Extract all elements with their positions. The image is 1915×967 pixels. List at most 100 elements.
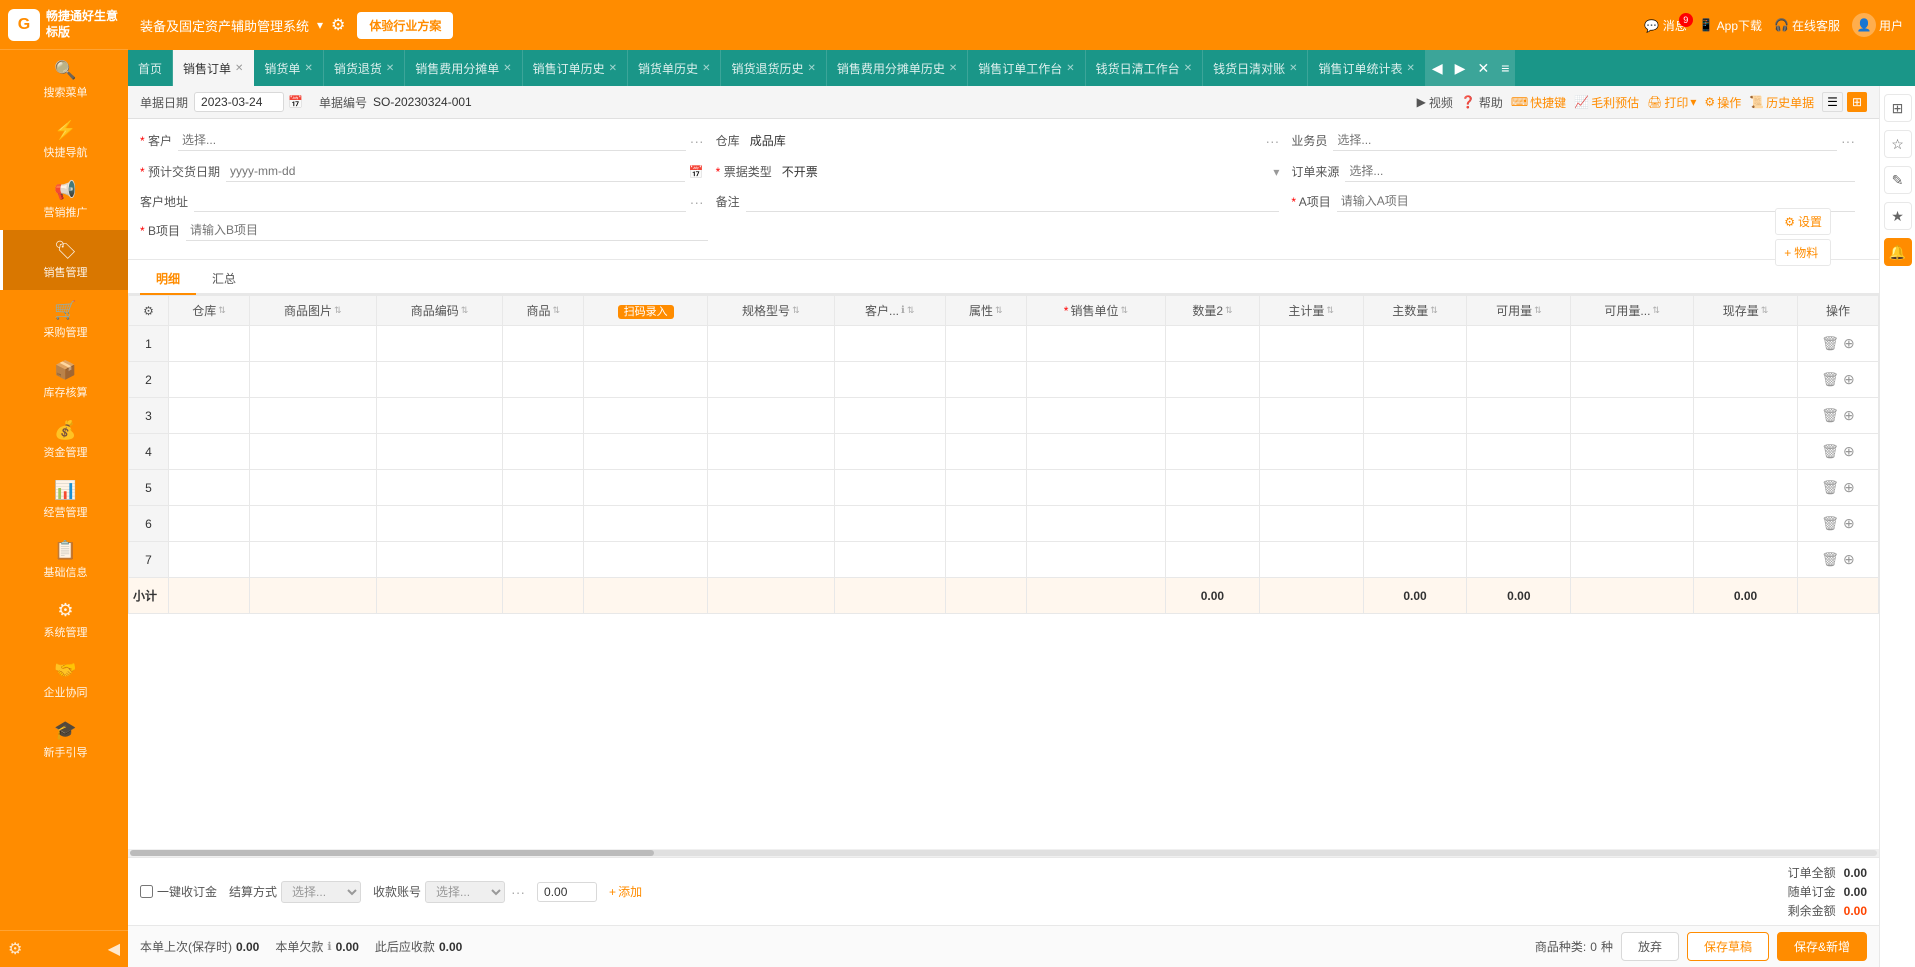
solution-button[interactable]: 体验行业方案	[357, 12, 453, 39]
copy-icon[interactable]: ⊕	[1843, 551, 1855, 568]
sidebar-item-marketing[interactable]: 📢营销推广	[0, 170, 128, 230]
calendar-icon[interactable]: 📅	[288, 95, 303, 109]
col-header-quantity2[interactable]: 数量2⇅	[1166, 296, 1260, 326]
one-click-checkbox[interactable]	[140, 885, 153, 898]
one-click-checkbox-label[interactable]: 一键收订金	[140, 883, 217, 900]
tab-prev-btn[interactable]: ◀	[1426, 50, 1449, 86]
info-icon[interactable]: ℹ	[901, 305, 905, 316]
warehouse-more-icon[interactable]: ···	[1265, 133, 1279, 149]
delete-icon[interactable]: 🗑	[1821, 551, 1839, 568]
add-btn[interactable]: + 添加	[609, 883, 642, 900]
settings-icon[interactable]: ⚙	[8, 939, 22, 959]
col-header-main_qty[interactable]: 主数量⇅	[1363, 296, 1467, 326]
discard-button[interactable]: 放弃	[1621, 932, 1679, 961]
delivery-input[interactable]	[226, 161, 685, 182]
tab-销售订单统计表[interactable]: 销售订单统计表✕	[1308, 50, 1425, 86]
notes-input[interactable]	[746, 191, 1280, 212]
delete-icon[interactable]: 🗑	[1821, 479, 1839, 496]
setup-btn[interactable]: ⚙ 设置	[1775, 208, 1831, 235]
sidebar-item-base-info[interactable]: 📋基础信息	[0, 530, 128, 590]
tab-close-icon[interactable]: ✕	[609, 63, 617, 74]
tab-销售费用分摊单[interactable]: 销售费用分摊单✕	[405, 50, 522, 86]
copy-icon[interactable]: ⊕	[1843, 443, 1855, 460]
col-header-available[interactable]: 可用量⇅	[1467, 296, 1571, 326]
tab-钱货日清对账[interactable]: 钱货日清对账✕	[1203, 50, 1308, 86]
col-header-sales_unit[interactable]: *销售单位⇅	[1026, 296, 1165, 326]
invoice-dropdown-icon[interactable]: ▾	[1273, 165, 1279, 179]
tab-close-icon[interactable]: ✕	[1184, 63, 1192, 74]
payment-method-select[interactable]: 选择...	[281, 881, 361, 903]
online-service-btn[interactable]: 🎧 在线客服	[1774, 17, 1840, 34]
tab-close-icon[interactable]: ✕	[304, 63, 312, 74]
date-input[interactable]	[194, 92, 284, 112]
sidebar-item-enterprise[interactable]: 🤝企业协同	[0, 650, 128, 710]
col-header-product_name[interactable]: 商品⇅	[503, 296, 584, 326]
scroll-area[interactable]	[128, 849, 1879, 857]
delete-icon[interactable]: 🗑	[1821, 335, 1839, 352]
debit-info-icon[interactable]: ℹ	[327, 940, 331, 953]
tab-销售订单工作台[interactable]: 销售订单工作台✕	[968, 50, 1085, 86]
content-tab-汇总[interactable]: 汇总	[196, 264, 252, 295]
agent-input[interactable]	[1333, 130, 1837, 151]
app-download-btn[interactable]: 📱 App下载	[1699, 17, 1762, 34]
bank-more-icon[interactable]: ···	[511, 884, 525, 900]
tab-next-btn[interactable]: ▶	[1449, 50, 1472, 86]
collapse-icon[interactable]: ◀	[108, 939, 120, 959]
sidebar-item-search[interactable]: 🔍搜索菜单	[0, 50, 128, 110]
delete-icon[interactable]: 🗑	[1821, 407, 1839, 424]
right-bookmark-btn[interactable]: ☆	[1884, 130, 1912, 158]
col-header-product_image[interactable]: 商品图片⇅	[249, 296, 376, 326]
system-dropdown-icon[interactable]: ▾	[317, 18, 323, 32]
sidebar-item-inventory[interactable]: 📦库存核算	[0, 350, 128, 410]
delete-icon[interactable]: 🗑	[1821, 371, 1839, 388]
tab-close-icon[interactable]: ✕	[503, 63, 511, 74]
sidebar-item-capital[interactable]: 💰资金管理	[0, 410, 128, 470]
col-header-stock[interactable]: 现存量⇅	[1694, 296, 1798, 326]
tab-首页[interactable]: 首页	[128, 50, 173, 86]
tab-销货单[interactable]: 销货单✕	[254, 50, 323, 86]
user-btn[interactable]: 👤 用户	[1852, 13, 1903, 37]
tab-close-icon[interactable]: ✕	[949, 63, 957, 74]
tab-销货单历史[interactable]: 销货单历史✕	[628, 50, 721, 86]
save-new-button[interactable]: 保存&新增	[1777, 932, 1867, 961]
agent-more-icon[interactable]: ···	[1841, 133, 1855, 149]
copy-icon[interactable]: ⊕	[1843, 335, 1855, 352]
settings-gear-icon[interactable]: ⚙	[331, 15, 345, 35]
copy-icon[interactable]: ⊕	[1843, 515, 1855, 532]
sidebar-item-purchase[interactable]: 🛒采购管理	[0, 290, 128, 350]
right-alert-btn[interactable]: 🔔	[1884, 238, 1912, 266]
shortcut-btn[interactable]: ⌨ 快捷键	[1511, 94, 1566, 111]
messages-badge[interactable]: 💬 消息 9	[1644, 17, 1686, 34]
print-btn[interactable]: 🖨 打印 ▾	[1647, 94, 1696, 111]
tab-close-icon[interactable]: ✕	[1066, 63, 1074, 74]
col-header-spec[interactable]: 规格型号⇅	[708, 296, 835, 326]
list-view-btn[interactable]: ☰	[1822, 92, 1843, 112]
copy-icon[interactable]: ⊕	[1843, 479, 1855, 496]
copy-icon[interactable]: ⊕	[1843, 407, 1855, 424]
tab-销售订单[interactable]: 销售订单✕	[173, 50, 254, 86]
view-btn[interactable]: ▶ 视频	[1417, 94, 1453, 111]
order-source-input[interactable]	[1345, 161, 1855, 182]
tab-close-icon[interactable]: ✕	[1407, 63, 1415, 74]
col-header-main_unit[interactable]: 主计量⇅	[1259, 296, 1363, 326]
profit-btn[interactable]: 📈 毛利预估	[1574, 94, 1639, 111]
b-project-input[interactable]	[186, 220, 708, 241]
delete-icon[interactable]: 🗑	[1821, 515, 1839, 532]
customer-input[interactable]	[178, 130, 686, 151]
amount-input[interactable]	[537, 882, 597, 902]
settings-col-icon[interactable]: ⚙	[143, 304, 154, 318]
tab-close-all-btn[interactable]: ✕	[1471, 50, 1495, 86]
tab-menu-btn[interactable]: ≡	[1495, 50, 1515, 86]
right-expand-btn[interactable]: ⊞	[1884, 94, 1912, 122]
tab-close-icon[interactable]: ✕	[702, 63, 710, 74]
right-star-btn[interactable]: ★	[1884, 202, 1912, 230]
sidebar-item-operations[interactable]: 📊经营管理	[0, 470, 128, 530]
tab-close-icon[interactable]: ✕	[386, 63, 394, 74]
tab-close-icon[interactable]: ✕	[1289, 63, 1297, 74]
help-btn[interactable]: ❓ 帮助	[1461, 94, 1503, 111]
add-goods-btn[interactable]: + 物料	[1775, 239, 1831, 266]
address-more-icon[interactable]: ···	[690, 194, 704, 210]
tab-close-icon[interactable]: ✕	[807, 63, 815, 74]
col-header-attributes[interactable]: 属性⇅	[945, 296, 1026, 326]
table-area[interactable]: ⚙仓库⇅商品图片⇅商品编码⇅商品⇅扫码录入规格型号⇅客户...ℹ⇅属性⇅*销售单…	[128, 295, 1879, 849]
